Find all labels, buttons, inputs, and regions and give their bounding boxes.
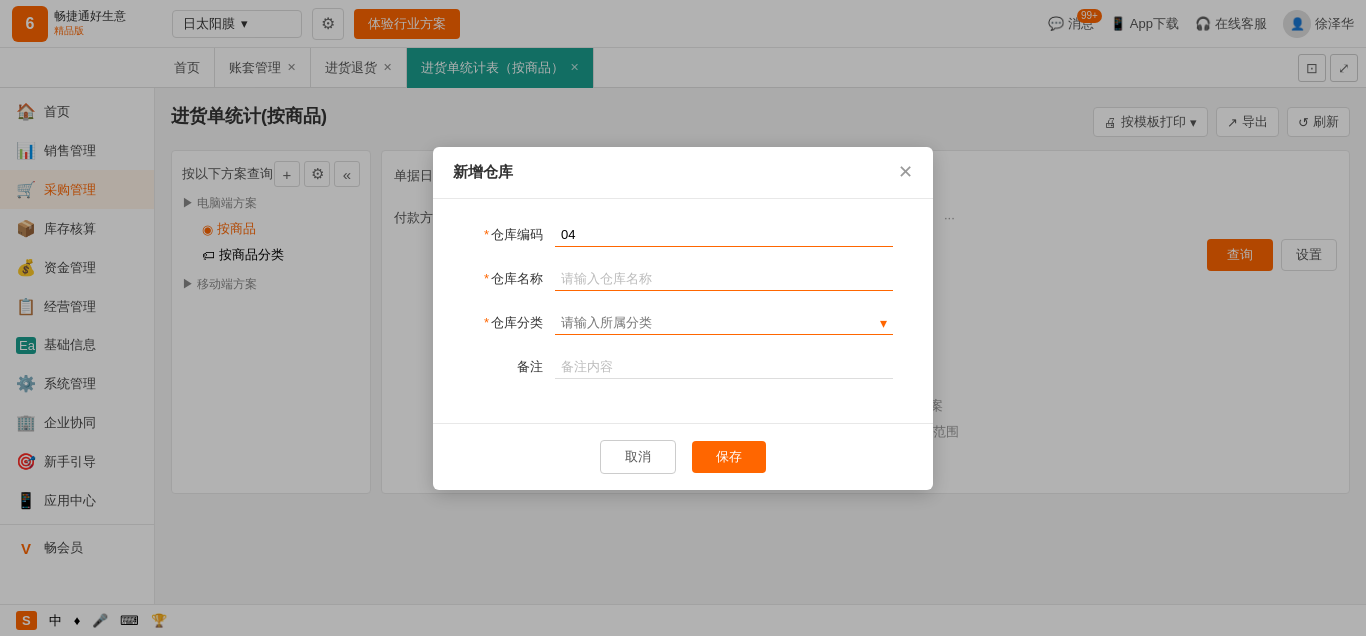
modal-footer: 取消 保存 [433,423,933,490]
modal-overlay: 新增仓库 ✕ *仓库编码 *仓库名称 [0,0,1366,636]
warehouse-name-row: *仓库名称 [473,267,893,291]
save-button[interactable]: 保存 [692,441,766,473]
warehouse-name-input[interactable] [555,267,893,291]
warehouse-category-input[interactable] [555,311,893,335]
warehouse-category-label: *仓库分类 [473,314,543,332]
modal-header: 新增仓库 ✕ [433,147,933,199]
warehouse-code-input[interactable] [555,223,893,247]
warehouse-category-row: *仓库分类 ▾ [473,311,893,335]
cancel-button[interactable]: 取消 [600,440,676,474]
modal-close-button[interactable]: ✕ [898,163,913,181]
warehouse-category-select-wrapper: ▾ [555,311,893,335]
add-warehouse-modal: 新增仓库 ✕ *仓库编码 *仓库名称 [433,147,933,490]
modal-title: 新增仓库 [453,163,513,182]
warehouse-remark-input[interactable] [555,355,893,379]
warehouse-code-label: *仓库编码 [473,226,543,244]
warehouse-remark-label: 备注 [473,358,543,376]
warehouse-code-row: *仓库编码 [473,223,893,247]
modal-body: *仓库编码 *仓库名称 *仓库分类 [433,199,933,423]
warehouse-remark-row: 备注 [473,355,893,379]
warehouse-name-label: *仓库名称 [473,270,543,288]
category-chevron-icon: ▾ [880,315,887,331]
